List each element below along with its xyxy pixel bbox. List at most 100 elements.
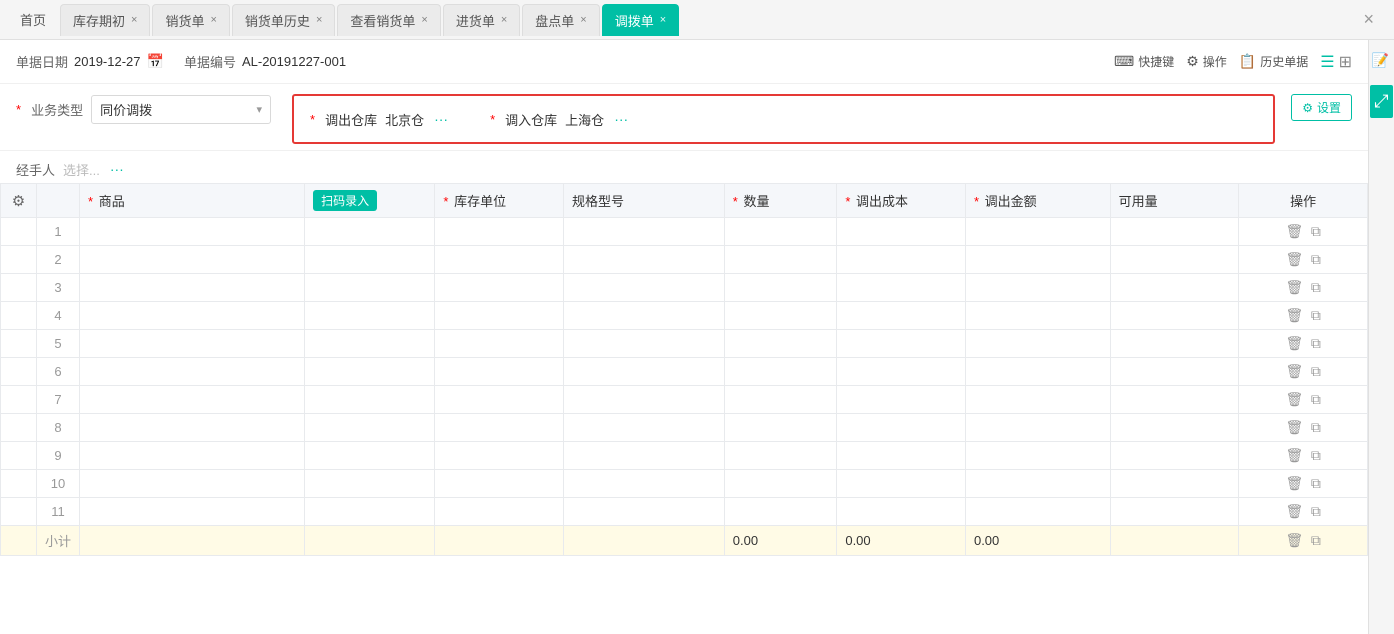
td-spec-7[interactable]: [564, 386, 725, 414]
td-unit-1[interactable]: [435, 218, 564, 246]
close-icon[interactable]: ×: [580, 14, 586, 26]
td-unit-7[interactable]: [435, 386, 564, 414]
sidebar-expand-icon[interactable]: ⤢: [1370, 85, 1392, 118]
th-settings[interactable]: ⚙: [1, 184, 37, 218]
tab-purchase-order[interactable]: 进货单 ×: [443, 4, 520, 36]
td-cost-2[interactable]: [837, 246, 966, 274]
td-product-8[interactable]: [80, 414, 305, 442]
td-product-4[interactable]: [80, 302, 305, 330]
td-cost-11[interactable]: [837, 498, 966, 526]
td-product-7[interactable]: [80, 386, 305, 414]
delete-icon[interactable]: 🗑: [1285, 475, 1303, 491]
close-icon[interactable]: ×: [131, 14, 137, 26]
close-icon[interactable]: ×: [660, 14, 666, 26]
agent-select[interactable]: 选择...: [63, 160, 100, 179]
calendar-icon[interactable]: 📅: [147, 53, 164, 70]
delete-icon[interactable]: 🗑: [1285, 447, 1303, 463]
td-spec-3[interactable]: [564, 274, 725, 302]
operation-action[interactable]: ⚙ 操作: [1186, 53, 1227, 70]
td-cost-6[interactable]: [837, 358, 966, 386]
td-unit-11[interactable]: [435, 498, 564, 526]
td-amount-7[interactable]: [965, 386, 1110, 414]
sidebar-notes-icon[interactable]: 📝: [1374, 48, 1390, 73]
td-cost-4[interactable]: [837, 302, 966, 330]
td-amount-1[interactable]: [965, 218, 1110, 246]
shortcut-action[interactable]: ⌨ 快捷键: [1114, 53, 1174, 70]
tab-stocktake[interactable]: 盘点单 ×: [522, 4, 599, 36]
td-cost-5[interactable]: [837, 330, 966, 358]
td-cost-1[interactable]: [837, 218, 966, 246]
td-unit-6[interactable]: [435, 358, 564, 386]
delete-icon[interactable]: 🗑: [1285, 279, 1303, 295]
td-spec-5[interactable]: [564, 330, 725, 358]
td-amount-10[interactable]: [965, 470, 1110, 498]
td-qty-6[interactable]: [724, 358, 837, 386]
td-product-1[interactable]: [80, 218, 305, 246]
td-spec-8[interactable]: [564, 414, 725, 442]
td-unit-8[interactable]: [435, 414, 564, 442]
close-icon[interactable]: ×: [421, 14, 427, 26]
copy-icon[interactable]: ⧉: [1311, 419, 1321, 435]
td-amount-4[interactable]: [965, 302, 1110, 330]
tab-home[interactable]: 首页: [8, 4, 58, 36]
tab-view-sales[interactable]: 查看销货单 ×: [337, 4, 440, 36]
td-unit-9[interactable]: [435, 442, 564, 470]
global-close-button[interactable]: ×: [1351, 9, 1386, 30]
td-product-3[interactable]: [80, 274, 305, 302]
td-unit-4[interactable]: [435, 302, 564, 330]
td-cost-7[interactable]: [837, 386, 966, 414]
delete-icon[interactable]: 🗑: [1285, 503, 1303, 519]
td-unit-3[interactable]: [435, 274, 564, 302]
td-amount-2[interactable]: [965, 246, 1110, 274]
close-icon[interactable]: ×: [316, 14, 322, 26]
td-amount-11[interactable]: [965, 498, 1110, 526]
td-cost-8[interactable]: [837, 414, 966, 442]
business-type-select[interactable]: 同价调拨 ▾: [91, 95, 271, 124]
copy-icon[interactable]: ⧉: [1311, 475, 1321, 491]
delete-icon[interactable]: 🗑: [1285, 223, 1303, 239]
close-icon[interactable]: ×: [501, 14, 507, 26]
td-amount-9[interactable]: [965, 442, 1110, 470]
copy-icon[interactable]: ⧉: [1311, 251, 1321, 267]
gear-icon[interactable]: ⚙: [12, 193, 25, 210]
td-qty-4[interactable]: [724, 302, 837, 330]
td-spec-6[interactable]: [564, 358, 725, 386]
copy-icon[interactable]: ⧉: [1311, 223, 1321, 239]
delete-icon[interactable]: 🗑: [1285, 419, 1303, 435]
tab-transfer[interactable]: 调拨单 ×: [602, 4, 679, 36]
copy-icon[interactable]: ⧉: [1311, 335, 1321, 351]
td-qty-5[interactable]: [724, 330, 837, 358]
td-amount-6[interactable]: [965, 358, 1110, 386]
td-product-10[interactable]: [80, 470, 305, 498]
warehouse-out-more-button[interactable]: ···: [432, 109, 450, 129]
tab-sales-order[interactable]: 销货单 ×: [152, 4, 229, 36]
td-spec-11[interactable]: [564, 498, 725, 526]
copy-icon[interactable]: ⧉: [1311, 279, 1321, 295]
td-product-11[interactable]: [80, 498, 305, 526]
td-product-5[interactable]: [80, 330, 305, 358]
td-qty-1[interactable]: [724, 218, 837, 246]
td-product-6[interactable]: [80, 358, 305, 386]
td-cost-10[interactable]: [837, 470, 966, 498]
setting-button[interactable]: ⚙ 设置: [1291, 94, 1352, 121]
layout-list-icon[interactable]: ☰: [1320, 52, 1334, 72]
td-spec-4[interactable]: [564, 302, 725, 330]
td-qty-3[interactable]: [724, 274, 837, 302]
td-unit-5[interactable]: [435, 330, 564, 358]
copy-icon[interactable]: ⧉: [1311, 503, 1321, 519]
td-spec-9[interactable]: [564, 442, 725, 470]
agent-more-button[interactable]: ···: [108, 159, 126, 179]
td-amount-3[interactable]: [965, 274, 1110, 302]
td-spec-1[interactable]: [564, 218, 725, 246]
td-spec-2[interactable]: [564, 246, 725, 274]
td-unit-2[interactable]: [435, 246, 564, 274]
td-qty-11[interactable]: [724, 498, 837, 526]
td-cost-3[interactable]: [837, 274, 966, 302]
td-product-2[interactable]: [80, 246, 305, 274]
copy-icon[interactable]: ⧉: [1311, 391, 1321, 407]
layout-grid-icon[interactable]: ⊞: [1339, 52, 1352, 72]
history-action[interactable]: 📋 历史单据: [1239, 53, 1308, 70]
copy-icon[interactable]: ⧉: [1311, 532, 1321, 548]
warehouse-in-more-button[interactable]: ···: [612, 109, 630, 129]
td-qty-7[interactable]: [724, 386, 837, 414]
